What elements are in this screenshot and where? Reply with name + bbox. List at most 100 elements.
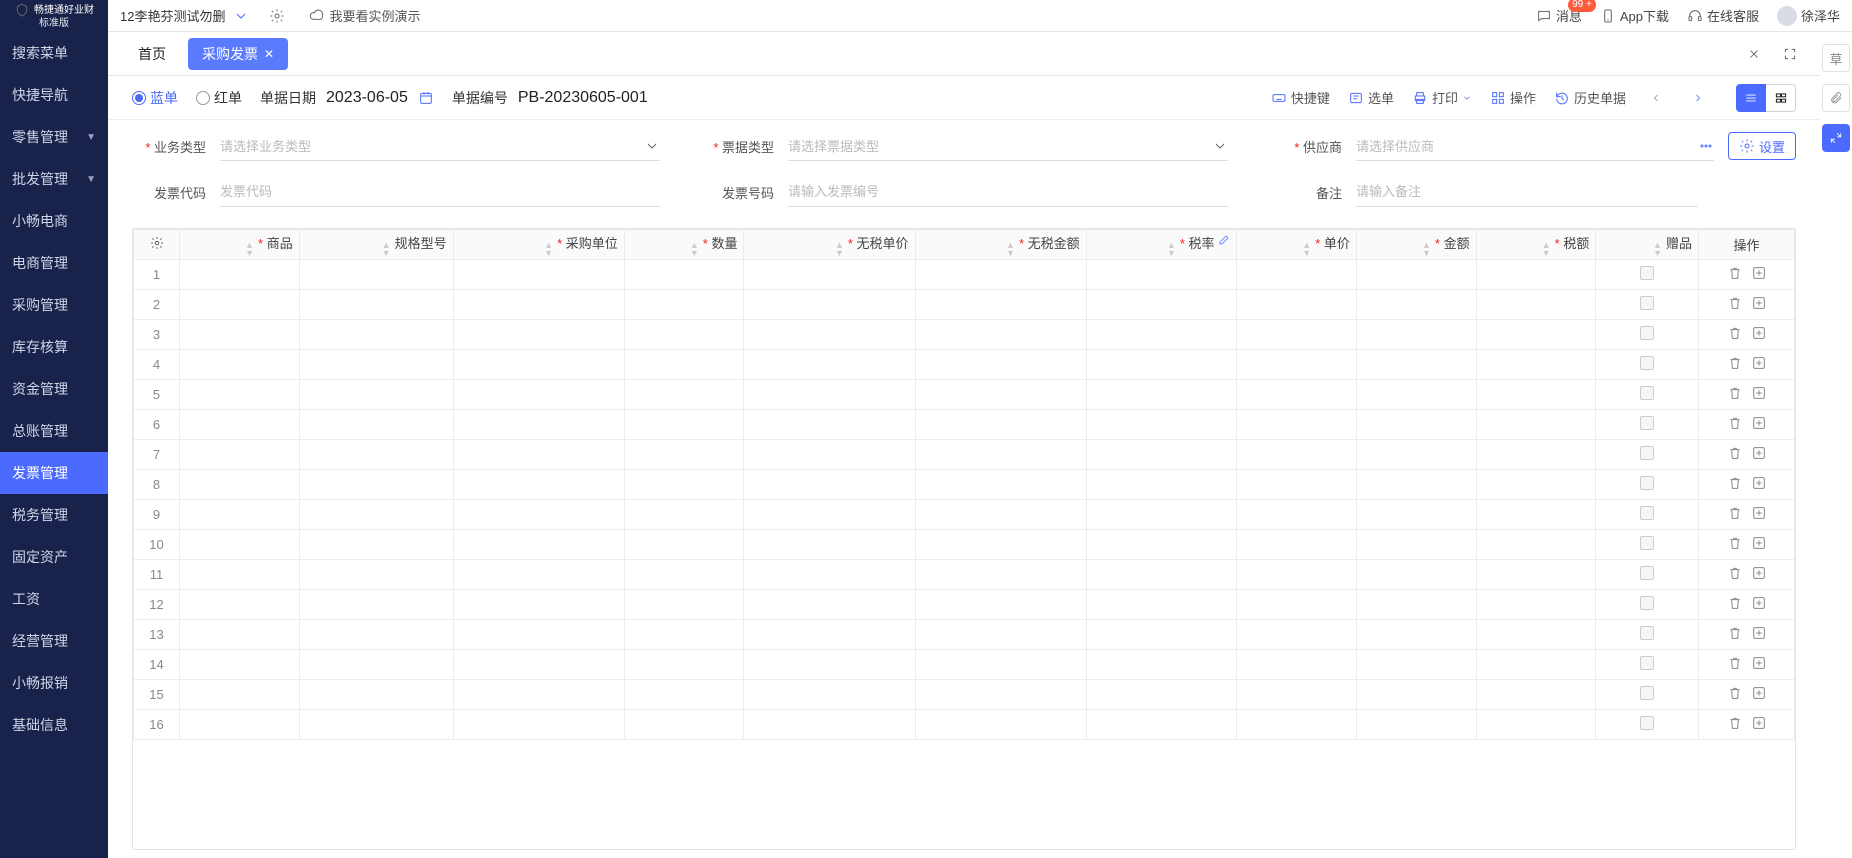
cell[interactable] bbox=[1356, 290, 1476, 320]
cell[interactable] bbox=[453, 590, 624, 620]
cell[interactable] bbox=[1476, 350, 1596, 380]
cell[interactable] bbox=[180, 500, 300, 530]
cell[interactable] bbox=[180, 320, 300, 350]
cell[interactable] bbox=[1356, 650, 1476, 680]
cell[interactable] bbox=[1237, 440, 1357, 470]
cell[interactable] bbox=[453, 650, 624, 680]
sort-icon[interactable]: ▲▼ bbox=[245, 241, 254, 257]
sidebar-item[interactable]: 总账管理 bbox=[0, 410, 108, 452]
cell[interactable] bbox=[624, 440, 744, 470]
cell[interactable] bbox=[1086, 440, 1237, 470]
cell[interactable] bbox=[624, 320, 744, 350]
sidebar-item[interactable]: 零售管理▼ bbox=[0, 116, 108, 158]
cell[interactable] bbox=[915, 350, 1086, 380]
cell[interactable] bbox=[453, 290, 624, 320]
cell[interactable] bbox=[744, 290, 915, 320]
gift-cell[interactable] bbox=[1596, 620, 1699, 650]
cell[interactable] bbox=[624, 710, 744, 740]
cell[interactable] bbox=[1237, 350, 1357, 380]
sidebar-item[interactable]: 资金管理 bbox=[0, 368, 108, 410]
sort-icon[interactable]: ▲▼ bbox=[1167, 241, 1176, 257]
history-button[interactable]: 历史单据 bbox=[1554, 88, 1626, 107]
cell[interactable] bbox=[1237, 320, 1357, 350]
cell[interactable] bbox=[1086, 560, 1237, 590]
cell[interactable] bbox=[299, 620, 453, 650]
sidebar-item[interactable]: 经营管理 bbox=[0, 620, 108, 662]
add-row-icon[interactable] bbox=[1751, 475, 1767, 491]
cell[interactable] bbox=[180, 290, 300, 320]
print-button[interactable]: 打印 bbox=[1412, 88, 1472, 107]
gift-cell[interactable] bbox=[1596, 320, 1699, 350]
cell[interactable] bbox=[1356, 410, 1476, 440]
cell[interactable] bbox=[453, 410, 624, 440]
cell[interactable] bbox=[180, 650, 300, 680]
operate-button[interactable]: 操作 bbox=[1490, 88, 1536, 107]
app-download-button[interactable]: App下载 bbox=[1600, 6, 1669, 25]
cell[interactable] bbox=[915, 440, 1086, 470]
tab-close-icon[interactable]: ✕ bbox=[264, 47, 274, 61]
rail-draft-button[interactable]: 草 bbox=[1822, 44, 1850, 72]
cell[interactable] bbox=[744, 260, 915, 290]
cell[interactable] bbox=[180, 710, 300, 740]
cell[interactable] bbox=[299, 680, 453, 710]
cell[interactable] bbox=[1237, 260, 1357, 290]
rail-attachment-button[interactable] bbox=[1822, 84, 1850, 112]
cell[interactable] bbox=[299, 290, 453, 320]
cell[interactable] bbox=[744, 590, 915, 620]
sort-icon[interactable]: ▲▼ bbox=[1302, 241, 1311, 257]
gift-cell[interactable] bbox=[1596, 710, 1699, 740]
cell[interactable] bbox=[453, 260, 624, 290]
sort-icon[interactable]: ▲▼ bbox=[544, 241, 553, 257]
tab-home[interactable]: 首页 bbox=[124, 38, 180, 70]
delete-row-icon[interactable] bbox=[1727, 265, 1743, 281]
cell[interactable] bbox=[1237, 290, 1357, 320]
add-row-icon[interactable] bbox=[1751, 295, 1767, 311]
invoice-number-input[interactable] bbox=[788, 177, 1228, 207]
invoice-type-select[interactable]: 请选择票据类型 bbox=[788, 131, 1228, 161]
cell[interactable] bbox=[624, 530, 744, 560]
prev-bill-button[interactable] bbox=[1644, 86, 1668, 110]
cell[interactable] bbox=[915, 380, 1086, 410]
cell[interactable] bbox=[1237, 650, 1357, 680]
cell[interactable] bbox=[180, 530, 300, 560]
sidebar-item[interactable]: 发票管理 bbox=[0, 452, 108, 494]
column-header[interactable]: ▲▼赠品 bbox=[1596, 230, 1699, 260]
cell[interactable] bbox=[299, 560, 453, 590]
cell[interactable] bbox=[1237, 590, 1357, 620]
gift-cell[interactable] bbox=[1596, 440, 1699, 470]
cell[interactable] bbox=[1086, 590, 1237, 620]
settings-button[interactable]: 设置 bbox=[1728, 132, 1796, 160]
add-row-icon[interactable] bbox=[1751, 715, 1767, 731]
cell[interactable] bbox=[180, 410, 300, 440]
add-row-icon[interactable] bbox=[1751, 325, 1767, 341]
cell[interactable] bbox=[180, 260, 300, 290]
column-header[interactable]: ▲▼* 采购单位 bbox=[453, 230, 624, 260]
sidebar-item[interactable]: 快捷导航 bbox=[0, 74, 108, 116]
cell[interactable] bbox=[915, 290, 1086, 320]
org-settings-icon[interactable] bbox=[269, 8, 285, 24]
cell[interactable] bbox=[624, 500, 744, 530]
cell[interactable] bbox=[624, 260, 744, 290]
cell[interactable] bbox=[1476, 680, 1596, 710]
gift-cell[interactable] bbox=[1596, 560, 1699, 590]
cell[interactable] bbox=[1356, 680, 1476, 710]
add-row-icon[interactable] bbox=[1751, 565, 1767, 581]
delete-row-icon[interactable] bbox=[1727, 565, 1743, 581]
cell[interactable] bbox=[915, 560, 1086, 590]
cell[interactable] bbox=[453, 440, 624, 470]
cell[interactable] bbox=[1356, 350, 1476, 380]
column-header[interactable]: ▲▼* 商品 bbox=[180, 230, 300, 260]
cell[interactable] bbox=[744, 440, 915, 470]
cell[interactable] bbox=[1356, 380, 1476, 410]
sidebar-item[interactable]: 税务管理 bbox=[0, 494, 108, 536]
sidebar-item[interactable]: 搜索菜单 bbox=[0, 32, 108, 74]
gift-cell[interactable] bbox=[1596, 260, 1699, 290]
add-row-icon[interactable] bbox=[1751, 385, 1767, 401]
cell[interactable] bbox=[453, 500, 624, 530]
cell[interactable] bbox=[1237, 470, 1357, 500]
cell[interactable] bbox=[1086, 290, 1237, 320]
sidebar-item[interactable]: 电商管理 bbox=[0, 242, 108, 284]
cell[interactable] bbox=[624, 290, 744, 320]
cell[interactable] bbox=[180, 440, 300, 470]
cell[interactable] bbox=[1476, 710, 1596, 740]
